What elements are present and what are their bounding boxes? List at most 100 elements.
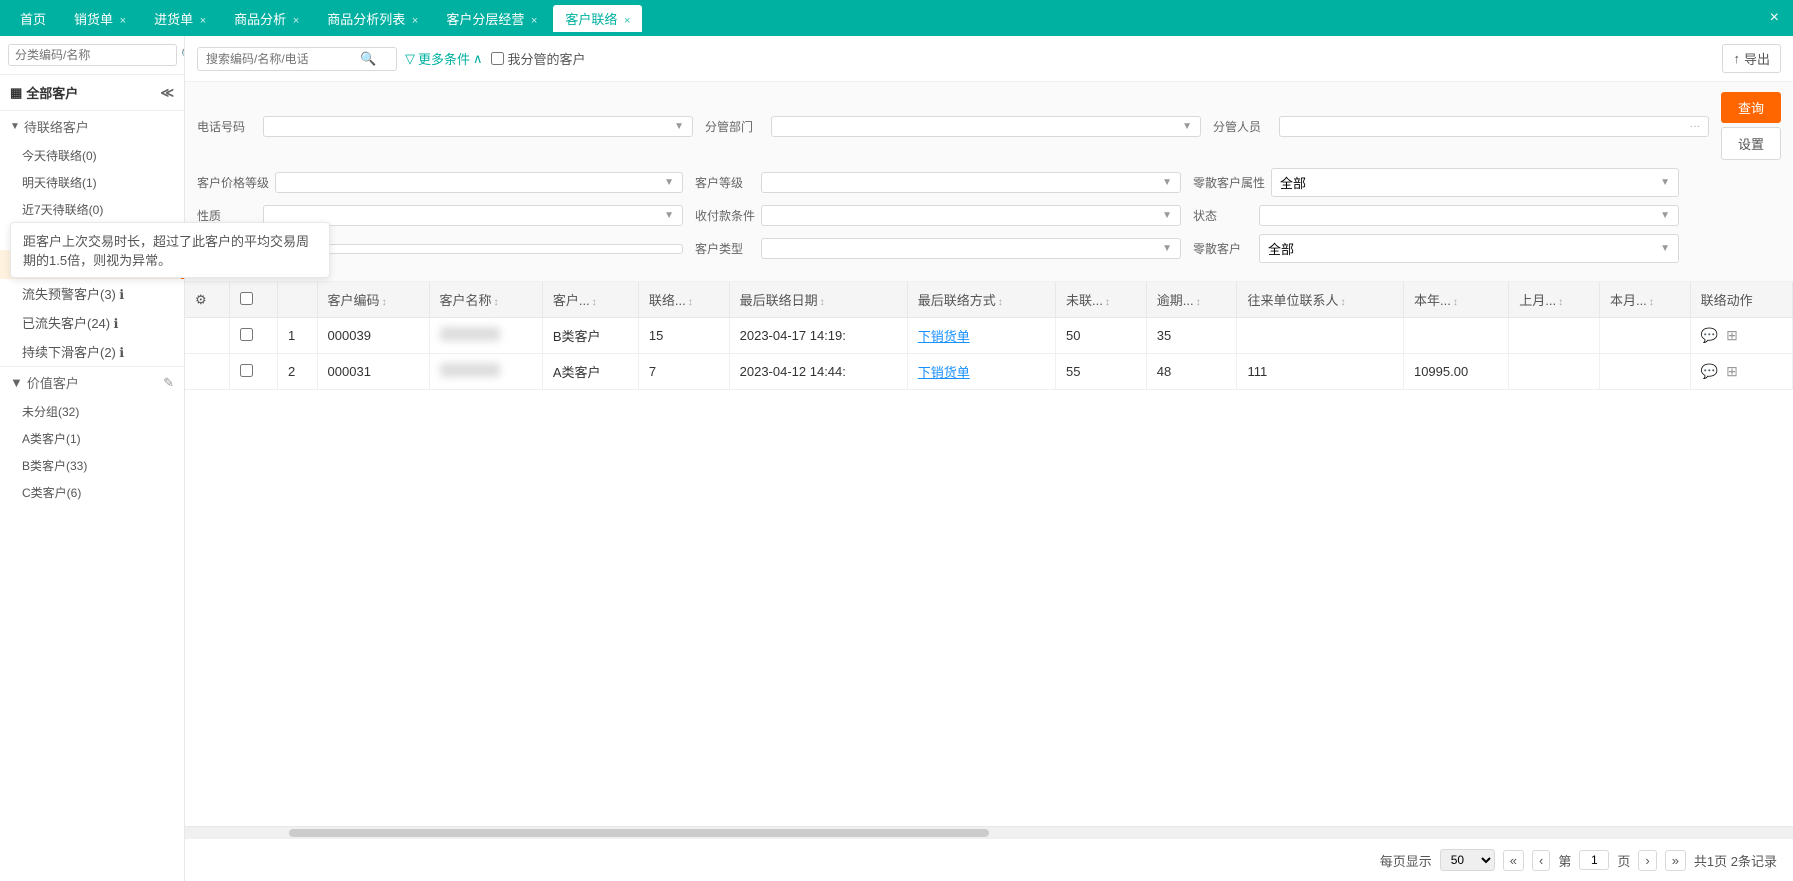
scrollbar-thumb[interactable] (289, 829, 989, 837)
sidebar-item-7days[interactable]: 近7天待联络(0) (0, 196, 184, 223)
search-input[interactable] (206, 52, 356, 66)
search-icon[interactable]: 🔍 (360, 51, 376, 67)
nav-tab-sales[interactable]: 销货单 × (62, 5, 138, 32)
grid-icon[interactable]: ⊞ (1726, 363, 1738, 380)
settings-button[interactable]: 设置 (1721, 127, 1781, 160)
col-this-year[interactable]: 本年...↕ (1403, 282, 1508, 318)
grid-icon: ▦ (10, 85, 22, 101)
price-grade-label: 客户价格等级 (197, 174, 269, 191)
prev-page-btn[interactable]: ‹ (1532, 850, 1550, 871)
nav-tab-home[interactable]: 首页 (8, 5, 58, 32)
nav-close-sales[interactable]: × (120, 15, 126, 27)
nav-tab-purchase[interactable]: 进货单 × (142, 5, 218, 32)
sidebar-item-c-class[interactable]: C类客户(6) (0, 479, 184, 506)
col-contact[interactable]: 联络...↕ (638, 282, 729, 318)
more-conditions-btn[interactable]: ▽ 更多条件 ∧ (405, 49, 483, 68)
lost-predict-label: 流失预警客户(3) (22, 287, 116, 302)
dept-select[interactable]: ▼ (771, 116, 1201, 137)
sidebar-item-unclassified[interactable]: 未分组(32) (0, 398, 184, 425)
col-this-month[interactable]: 本月...↕ (1599, 282, 1690, 318)
collapse-icon[interactable]: ≪ (160, 85, 174, 101)
per-page-select[interactable]: 50 20 100 (1440, 849, 1495, 871)
nav-close-purchase[interactable]: × (200, 15, 206, 27)
chat-icon[interactable]: 💬 (1701, 363, 1718, 380)
chat-icon[interactable]: 💬 (1701, 327, 1718, 344)
nav-tab-analysis-list[interactable]: 商品分析列表 × (315, 5, 430, 32)
row-unread: 50 (1056, 318, 1147, 354)
col-unit-contact[interactable]: 往来单位联系人↕ (1237, 282, 1404, 318)
retail-attr-cell: 零散客户属性 全部▼ (1193, 168, 1679, 197)
last-page-btn[interactable]: » (1665, 850, 1686, 871)
retail-customer-select[interactable]: 全部▼ (1259, 234, 1679, 263)
col-name[interactable]: 客户名称↕ (429, 282, 542, 318)
my-customers-checkbox[interactable]: 我分管的客户 (491, 49, 586, 68)
sidebar-item-already-lost[interactable]: 已流失客户(24) ℹ (0, 308, 184, 337)
retail-attr-select[interactable]: 全部▼ (1271, 168, 1679, 197)
sidebar-item-lost-predict[interactable]: 流失预警客户(3) ℹ (0, 279, 184, 308)
nav-close-customer-contact[interactable]: × (624, 15, 630, 27)
row-this-year (1403, 318, 1508, 354)
col-settings[interactable]: ⚙ (185, 282, 230, 318)
next-page-btn[interactable]: › (1638, 850, 1656, 871)
all-customers-label: 全部客户 (26, 83, 78, 102)
row-this-year: 10995.00 (1403, 354, 1508, 390)
row-checkbox[interactable] (230, 318, 278, 354)
price-grade-cell: 客户价格等级 ▼ (197, 172, 683, 193)
sidebar-item-continuous-down[interactable]: 持续下滑客户(2) ℹ (0, 337, 184, 366)
sidebar-item-tomorrow[interactable]: 明天待联络(1) (0, 169, 184, 196)
filter-row-3: 性质 ▼ 收付款条件 ▼ 状态 ▼ (197, 205, 1781, 226)
nav-tab-customer-contact[interactable]: 客户联络 × (553, 5, 642, 32)
close-all-btn[interactable]: × (1764, 9, 1785, 27)
col-code[interactable]: 客户编码↕ (317, 282, 429, 318)
table-container: ⚙ 客户编码↕ 客户名称↕ 客户...↕ 联络...↕ 最后联络日期↕ 最后联络… (185, 282, 1793, 826)
row-last-contact-method[interactable]: 下销货单 (907, 354, 1055, 390)
col-unread[interactable]: 未联...↕ (1056, 282, 1147, 318)
pending-contact-group[interactable]: ▼ 待联络客户 (0, 111, 184, 142)
my-customers-check[interactable] (491, 52, 504, 65)
select-all-checkbox[interactable] (240, 292, 253, 305)
horizontal-scrollbar[interactable] (185, 826, 1793, 838)
row-contact: 7 (638, 354, 729, 390)
nav-tab-customer-tier[interactable]: 客户分层经营 × (434, 5, 549, 32)
customer-grade-select[interactable]: ▼ (761, 172, 1181, 193)
col-checkbox[interactable] (230, 282, 278, 318)
sidebar-item-b-class[interactable]: B类客户(33) (0, 452, 184, 479)
nav-close-analysis-list[interactable]: × (412, 15, 418, 27)
customer-grade-label: 客户等级 (695, 174, 755, 191)
col-last-contact-method[interactable]: 最后联络方式↕ (907, 282, 1055, 318)
person-select[interactable]: ··· (1279, 116, 1709, 137)
customer-table: ⚙ 客户编码↕ 客户名称↕ 客户...↕ 联络...↕ 最后联络日期↕ 最后联络… (185, 282, 1793, 390)
query-button[interactable]: 查询 (1721, 92, 1781, 123)
status-select[interactable]: ▼ (1259, 205, 1679, 226)
col-overdue[interactable]: 逾期...↕ (1146, 282, 1237, 318)
row-last-contact-method[interactable]: 下销货单 (907, 318, 1055, 354)
col-level[interactable]: 客户...↕ (542, 282, 638, 318)
content-area: 🔍 ▽ 更多条件 ∧ 我分管的客户 ↑ 导出 电话号码 (185, 36, 1793, 881)
phone-label: 电话号码 (197, 118, 257, 135)
col-last-month[interactable]: 上月...↕ (1509, 282, 1600, 318)
page-input[interactable] (1579, 850, 1609, 870)
export-btn[interactable]: ↑ 导出 (1722, 44, 1781, 73)
row-checkbox[interactable] (230, 354, 278, 390)
row-index: 1 (278, 318, 318, 354)
filter-icon: ▽ (405, 51, 415, 67)
row-last-month (1509, 318, 1600, 354)
nav-close-analysis[interactable]: × (293, 15, 299, 27)
per-page-label: 每页显示 (1380, 851, 1432, 870)
edit-icon[interactable]: ✎ (163, 375, 174, 391)
grid-icon[interactable]: ⊞ (1726, 327, 1738, 344)
total-info: 共1页 2条记录 (1694, 851, 1777, 870)
price-grade-select[interactable]: ▼ (275, 172, 683, 193)
sidebar-item-a-class[interactable]: A类客户(1) (0, 425, 184, 452)
retail-customer-label: 零散客户 (1193, 240, 1253, 257)
payment-select[interactable]: ▼ (761, 205, 1181, 226)
value-customer-label: 价值客户 (27, 373, 79, 392)
col-last-contact-date[interactable]: 最后联络日期↕ (729, 282, 907, 318)
nav-tab-analysis[interactable]: 商品分析 × (222, 5, 311, 32)
sidebar-search-input[interactable] (8, 44, 177, 66)
sidebar-item-today[interactable]: 今天待联络(0) (0, 142, 184, 169)
nav-close-customer-tier[interactable]: × (531, 15, 537, 27)
phone-select[interactable]: ▼ (263, 116, 693, 137)
customer-type-select[interactable]: ▼ (761, 238, 1181, 259)
first-page-btn[interactable]: « (1503, 850, 1524, 871)
